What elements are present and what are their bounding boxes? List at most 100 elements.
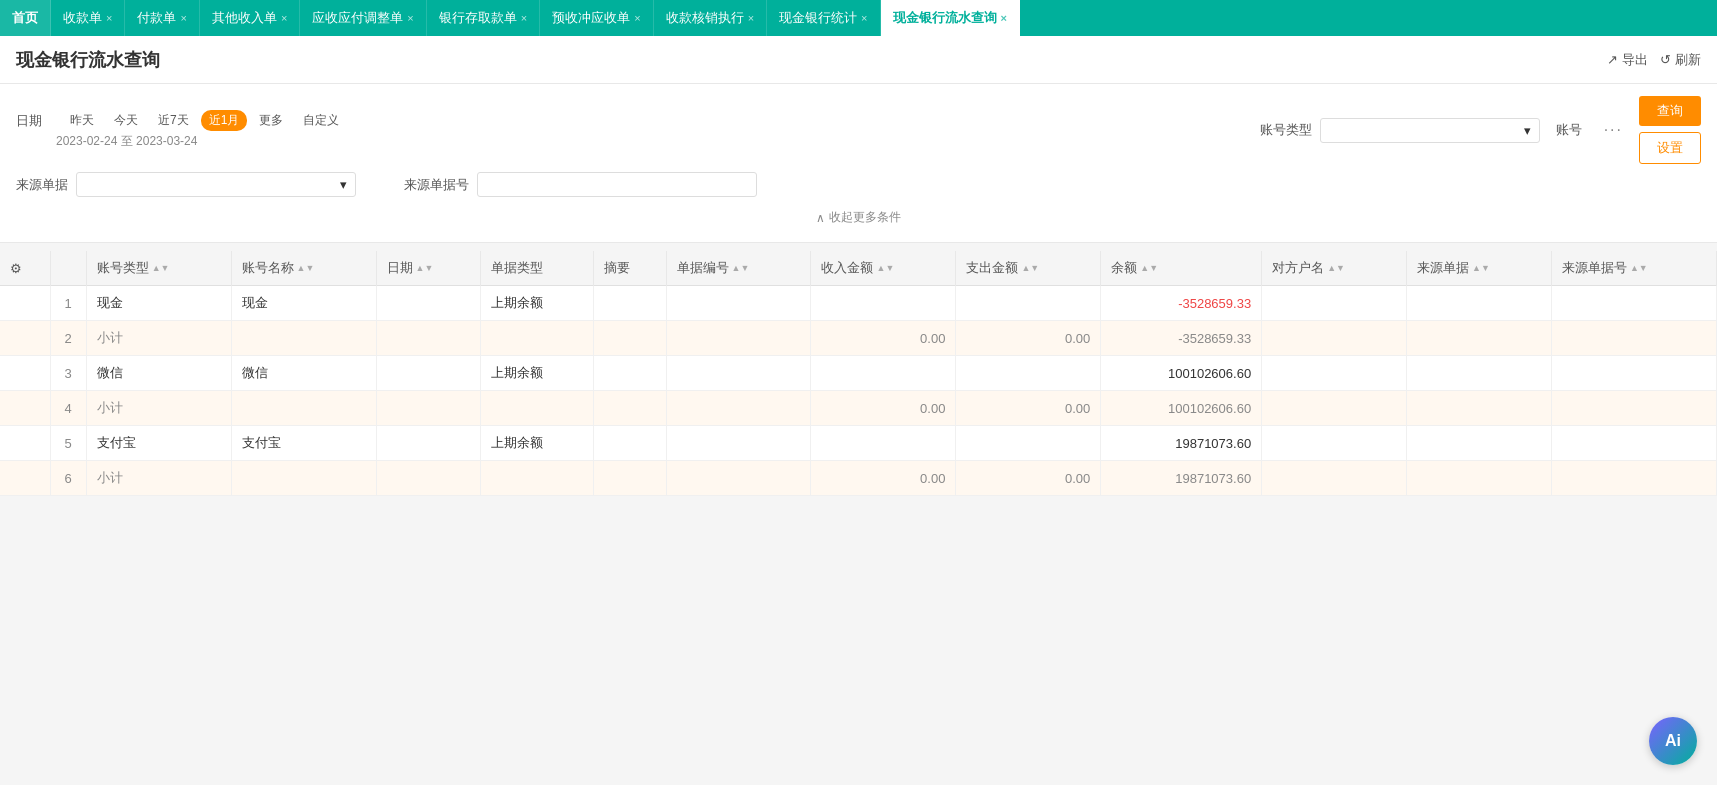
nav-bank-deposit-close[interactable]: × (521, 12, 527, 24)
nav-bank-deposit[interactable]: 银行存取款单 × (427, 0, 540, 36)
nav-bank-flow-label: 现金银行流水查询 (893, 9, 997, 27)
row-gear-0 (0, 286, 50, 321)
row-doc-no-2 (666, 356, 811, 391)
source-doc-no-input[interactable] (477, 172, 757, 197)
date-range: 2023-02-24 至 2023-03-24 (56, 134, 197, 148)
export-button[interactable]: ↗ 导出 (1607, 51, 1648, 69)
nav-advance-label: 预收冲应收单 (552, 9, 630, 27)
sort-doc-no: ▲▼ (732, 264, 750, 273)
col-expense[interactable]: 支出金额 ▲▼ (956, 251, 1101, 286)
col-source-doc[interactable]: 来源单据 ▲▼ (1407, 251, 1552, 286)
table-body: 1 现金 现金 上期余额 -3528659.33 2 小计 0.00 0.00 … (0, 286, 1717, 496)
top-nav: 首页 收款单 × 付款单 × 其他收入单 × 应收应付调整单 × 银行存取款单 … (0, 0, 1717, 36)
col-account-type[interactable]: 账号类型 ▲▼ (86, 251, 231, 286)
col-doc-no[interactable]: 单据编号 ▲▼ (666, 251, 811, 286)
row-summary-1 (593, 321, 666, 356)
filter-row-2: 来源单据 ▾ 来源单据号 (16, 172, 1701, 197)
row-summary-2 (593, 356, 666, 391)
filter-area: 日期 昨天 今天 近7天 近1月 更多 自定义 2023-02-24 至 202… (0, 84, 1717, 243)
row-source-doc-no-3 (1551, 391, 1716, 426)
nav-advance-close[interactable]: × (634, 12, 640, 24)
nav-payment-close[interactable]: × (180, 12, 186, 24)
nav-bank-flow[interactable]: 现金银行流水查询 × (881, 0, 1020, 36)
nav-bank-stat-label: 现金银行统计 (779, 9, 857, 27)
date-yesterday[interactable]: 昨天 (62, 110, 102, 131)
col-account-name[interactable]: 账号名称 ▲▼ (231, 251, 376, 286)
source-doc-section: 来源单据 ▾ (16, 172, 356, 197)
row-gear-2 (0, 356, 50, 391)
row-doc-type-2: 上期余额 (481, 356, 594, 391)
col-source-doc-no[interactable]: 来源单据号 ▲▼ (1551, 251, 1716, 286)
row-expense-3: 0.00 (956, 391, 1101, 426)
refresh-icon: ↺ (1660, 52, 1671, 67)
nav-adjustment[interactable]: 应收应付调整单 × (300, 0, 426, 36)
nav-writeoff-close[interactable]: × (748, 12, 754, 24)
row-gear-4 (0, 426, 50, 461)
nav-home[interactable]: 首页 (0, 0, 51, 36)
collapse-icon: ∧ (816, 211, 825, 225)
nav-advance[interactable]: 预收冲应收单 × (540, 0, 653, 36)
row-source-doc-5 (1407, 461, 1552, 496)
row-doc-no-0 (666, 286, 811, 321)
export-label: 导出 (1622, 51, 1648, 69)
row-source-doc-no-1 (1551, 321, 1716, 356)
row-balance-3: 100102606.60 (1101, 391, 1262, 426)
nav-writeoff[interactable]: 收款核销执行 × (654, 0, 767, 36)
row-income-3: 0.00 (811, 391, 956, 426)
date-today[interactable]: 今天 (106, 110, 146, 131)
nav-receipt-label: 收款单 (63, 9, 102, 27)
row-account-type-0: 现金 (86, 286, 231, 321)
row-num-3: 4 (50, 391, 86, 426)
row-expense-1: 0.00 (956, 321, 1101, 356)
col-balance[interactable]: 余额 ▲▼ (1101, 251, 1262, 286)
row-balance-5: 19871073.60 (1101, 461, 1262, 496)
col-counterparty[interactable]: 对方户名 ▲▼ (1262, 251, 1407, 286)
settings-button[interactable]: 设置 (1639, 132, 1701, 164)
source-doc-select[interactable]: ▾ (76, 172, 356, 197)
nav-bank-stat-close[interactable]: × (861, 12, 867, 24)
account-no-label: 账号 (1556, 121, 1596, 139)
account-type-section: 账号类型 ▾ (1260, 118, 1540, 143)
page-header: 现金银行流水查询 ↗ 导出 ↺ 刷新 (0, 36, 1717, 84)
collapse-bar: ∧ 收起更多条件 (16, 205, 1701, 230)
row-date-3 (376, 391, 481, 426)
col-date[interactable]: 日期 ▲▼ (376, 251, 481, 286)
row-counterparty-3 (1262, 391, 1407, 426)
nav-payment[interactable]: 付款单 × (125, 0, 199, 36)
account-type-dropdown-icon: ▾ (1524, 123, 1531, 138)
filter-buttons: 查询 设置 (1639, 96, 1701, 164)
nav-bank-flow-close[interactable]: × (1001, 12, 1007, 24)
row-gear-5 (0, 461, 50, 496)
nav-writeoff-label: 收款核销执行 (666, 9, 744, 27)
row-gear-3 (0, 391, 50, 426)
date-more[interactable]: 更多 (251, 110, 291, 131)
collapse-button[interactable]: ∧ 收起更多条件 (816, 209, 901, 226)
nav-other-income-label: 其他收入单 (212, 9, 277, 27)
col-income[interactable]: 收入金额 ▲▼ (811, 251, 956, 286)
nav-receipt-close[interactable]: × (106, 12, 112, 24)
query-button[interactable]: 查询 (1639, 96, 1701, 126)
nav-other-income[interactable]: 其他收入单 × (200, 0, 300, 36)
date-7days[interactable]: 近7天 (150, 110, 197, 131)
nav-adjustment-close[interactable]: × (407, 12, 413, 24)
date-custom[interactable]: 自定义 (295, 110, 347, 131)
table-row: 6 小计 0.00 0.00 19871073.60 (0, 461, 1717, 496)
row-account-name-2: 微信 (231, 356, 376, 391)
filter-row-1: 日期 昨天 今天 近7天 近1月 更多 自定义 2023-02-24 至 202… (16, 96, 1701, 164)
row-num-4: 5 (50, 426, 86, 461)
nav-receipt[interactable]: 收款单 × (51, 0, 125, 36)
date-1month[interactable]: 近1月 (201, 110, 248, 131)
nav-bank-stat[interactable]: 现金银行统计 × (767, 0, 880, 36)
table-header: ⚙ 账号类型 ▲▼ 账号名称 ▲▼ 日期 (0, 251, 1717, 286)
row-counterparty-2 (1262, 356, 1407, 391)
sort-balance: ▲▼ (1140, 264, 1158, 273)
row-balance-0: -3528659.33 (1101, 286, 1262, 321)
col-gear[interactable]: ⚙ (0, 251, 50, 286)
sort-source-doc-no: ▲▼ (1630, 264, 1648, 273)
account-type-select[interactable]: ▾ (1320, 118, 1540, 143)
account-no-ellipsis[interactable]: ··· (1604, 121, 1623, 139)
row-doc-no-1 (666, 321, 811, 356)
col-doc-type: 单据类型 (481, 251, 594, 286)
refresh-button[interactable]: ↺ 刷新 (1660, 51, 1701, 69)
nav-other-income-close[interactable]: × (281, 12, 287, 24)
